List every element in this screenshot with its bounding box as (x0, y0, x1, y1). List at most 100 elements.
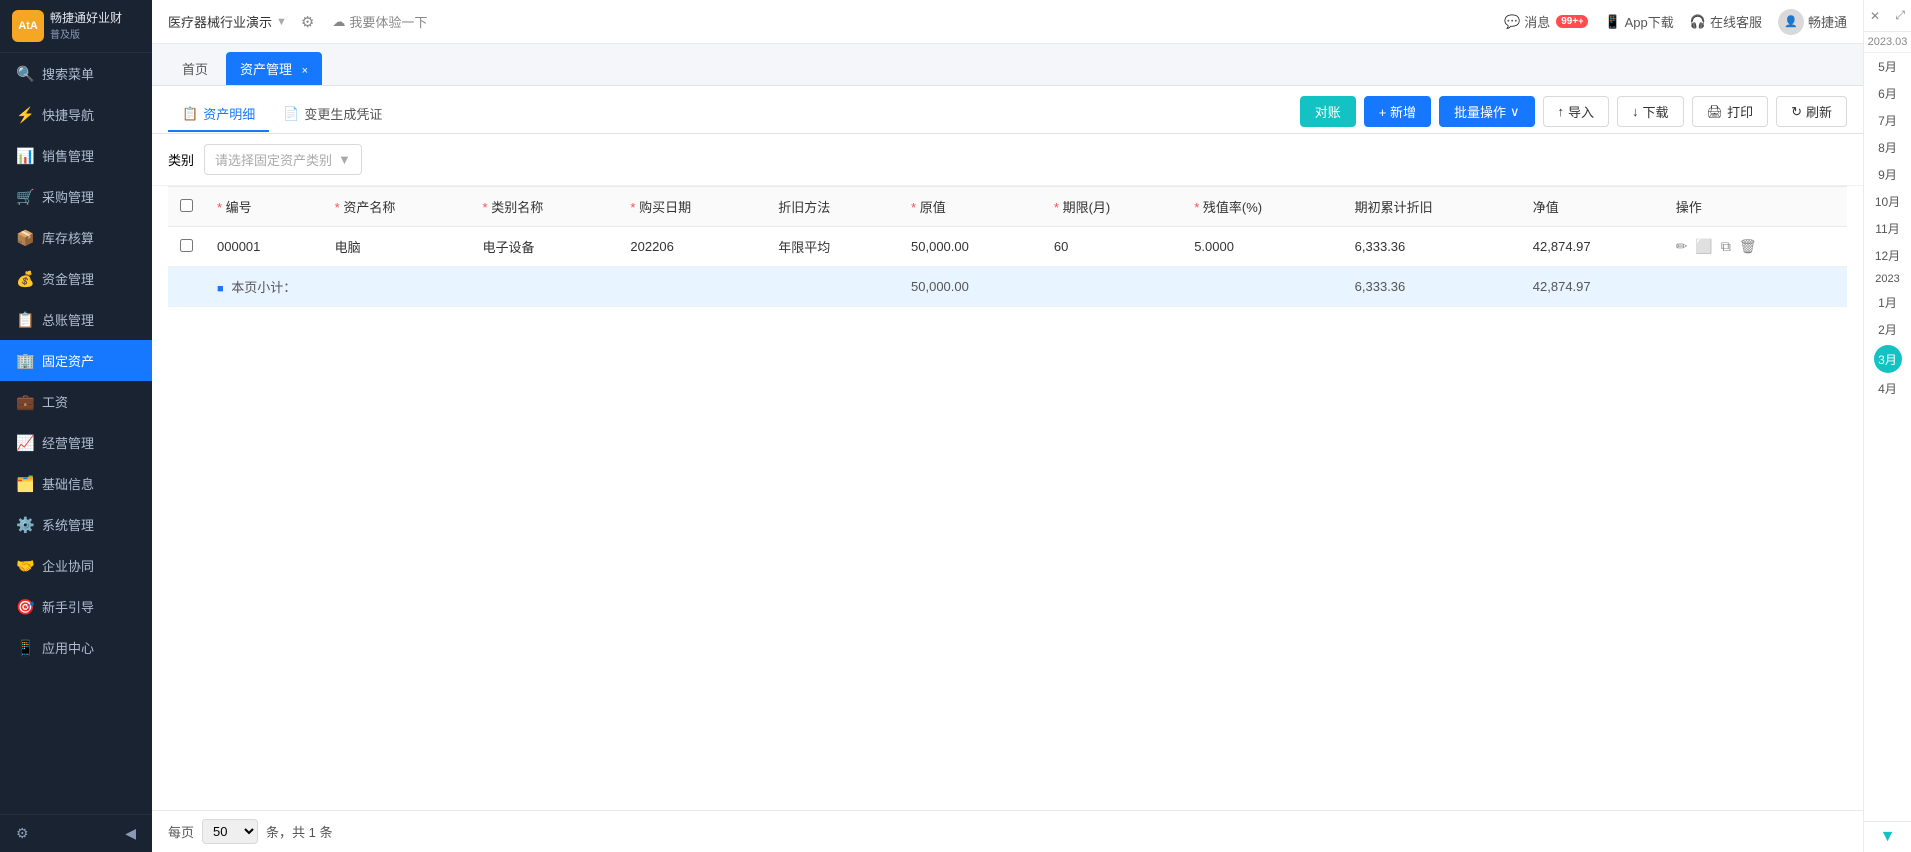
month-1[interactable]: 1月 (1864, 289, 1911, 316)
sidebar-item-quick-nav[interactable]: ⚡ 快捷导航 (0, 94, 152, 135)
col-header-original-value: 原值 (899, 187, 1042, 227)
main-area: 医疗器械行业演示 ▼ ⚙ ☁ 我要体验一下 💬 消息 99++ 📱 App下载 … (152, 0, 1863, 852)
select-all-checkbox[interactable] (180, 199, 193, 212)
col-header-accumulated-depreciation: 期初累计折旧 (1343, 187, 1521, 227)
app-center-icon: 📱 (16, 639, 34, 657)
sidebar-item-app-center[interactable]: 📱 应用中心 (0, 627, 152, 668)
cell-salvage-rate: 5.0000 (1182, 227, 1342, 267)
edit-icon[interactable]: ✏ (1676, 238, 1688, 255)
sidebar-item-inventory[interactable]: 📦 库存核算 (0, 217, 152, 258)
messages-button[interactable]: 💬 消息 99++ (1504, 12, 1588, 31)
month-3-current[interactable]: 3月 (1874, 345, 1902, 373)
page-size-select[interactable]: 50 100 200 (202, 819, 258, 844)
asset-detail-icon: 📋 (182, 106, 198, 122)
sidebar-item-finance[interactable]: 💰 资金管理 (0, 258, 152, 299)
panel-collapse-icon[interactable]: ✕ (1868, 7, 1882, 25)
col-header-purchase-date: 购买日期 (618, 187, 766, 227)
reconcile-button[interactable]: 对账 (1300, 96, 1356, 127)
collapse-icon[interactable]: ◀ (125, 825, 136, 842)
finance-icon: 💰 (16, 270, 34, 288)
guide-icon: 🎯 (16, 598, 34, 616)
batch-ops-arrow: ∨ (1510, 104, 1520, 120)
sub-tab-change-voucher[interactable]: 📄 变更生成凭证 (269, 97, 396, 132)
copy-icon[interactable]: ⬜ (1695, 238, 1712, 255)
sidebar-item-basic-info[interactable]: 🗂️ 基础信息 (0, 463, 152, 504)
experience-label: 我要体验一下 (349, 12, 427, 31)
sidebar-item-app-center-label: 应用中心 (42, 638, 94, 657)
table-header-checkbox (168, 187, 205, 227)
sidebar-item-enterprise[interactable]: 🤝 企业协同 (0, 545, 152, 586)
cell-category: 电子设备 (471, 227, 619, 267)
panel-bottom-icon[interactable]: ▼ (1880, 828, 1896, 846)
sidebar-item-fixed-assets-label: 固定资产 (42, 351, 94, 370)
row-checkbox[interactable] (180, 239, 193, 252)
import-button[interactable]: ↑ 导入 (1543, 96, 1610, 127)
sidebar-item-purchase[interactable]: 🛒 采购管理 (0, 176, 152, 217)
col-header-depreciation-method: 折旧方法 (766, 187, 899, 227)
tab-close-icon[interactable]: × (302, 65, 308, 77)
col-header-name: 资产名称 (323, 187, 471, 227)
month-12[interactable]: 12月 (1864, 242, 1911, 269)
sidebar-item-ledger[interactable]: 📋 总账管理 (0, 299, 152, 340)
cell-name: 电脑 (323, 227, 471, 267)
add-new-button[interactable]: + 新增 (1364, 96, 1431, 127)
month-6[interactable]: 6月 (1864, 80, 1911, 107)
category-filter-arrow: ▼ (338, 152, 351, 167)
cell-period: 60 (1042, 227, 1182, 267)
sidebar-item-fixed-assets[interactable]: 🏢 固定资产 (0, 340, 152, 381)
experience-button[interactable]: ☁ 我要体验一下 (332, 12, 427, 31)
subtotal-icon: ■ (217, 283, 224, 295)
app-download-button[interactable]: 📱 App下载 (1604, 12, 1673, 31)
subtotal-checkbox-cell (168, 267, 205, 307)
delete-icon[interactable]: 🗑 (1739, 238, 1757, 255)
app-name: 畅捷通好业财 (50, 11, 122, 27)
category-filter-label: 类别 (168, 150, 194, 169)
online-service-button[interactable]: 🎧 在线客服 (1690, 12, 1762, 31)
sidebar-logo: AtA 畅捷通好业财 普及版 (0, 0, 152, 53)
download-button[interactable]: ↓ 下载 (1617, 96, 1684, 127)
sidebar-item-sales[interactable]: 📊 销售管理 (0, 135, 152, 176)
duplicate-icon[interactable]: ⧉ (1721, 238, 1731, 255)
batch-ops-label: 批量操作 (1454, 102, 1506, 121)
settings-gear-icon[interactable]: ⚙ (301, 13, 314, 31)
print-button[interactable]: 🖨 打印 (1692, 96, 1769, 127)
category-filter-select[interactable]: 请选择固定资产类别 ▼ (204, 144, 362, 175)
sidebar-item-search[interactable]: 🔍 搜索菜单 (0, 53, 152, 94)
online-service-icon: 🎧 (1690, 14, 1706, 30)
download-label: 下载 (1643, 102, 1669, 121)
tab-home[interactable]: 首页 (168, 52, 222, 85)
batch-ops-button[interactable]: 批量操作 ∨ (1439, 96, 1535, 127)
sidebar-item-guide[interactable]: 🎯 新手引导 (0, 586, 152, 627)
month-8[interactable]: 8月 (1864, 134, 1911, 161)
sidebar-item-operations[interactable]: 📈 经营管理 (0, 422, 152, 463)
messages-label: 消息 (1524, 12, 1550, 31)
col-header-period: 期限(月) (1042, 187, 1182, 227)
filter-bar: 类别 请选择固定资产类别 ▼ (152, 134, 1863, 186)
sidebar-item-payroll[interactable]: 💼 工资 (0, 381, 152, 422)
company-name: 医疗器械行业演示 (168, 12, 272, 31)
month-2[interactable]: 2月 (1864, 316, 1911, 343)
month-11[interactable]: 11月 (1864, 215, 1911, 242)
current-year-label: 2023 (1864, 269, 1911, 289)
month-5[interactable]: 5月 (1864, 53, 1911, 80)
topbar: 医疗器械行业演示 ▼ ⚙ ☁ 我要体验一下 💬 消息 99++ 📱 App下载 … (152, 0, 1863, 44)
refresh-label: 刷新 (1806, 102, 1832, 121)
refresh-button[interactable]: ↻ 刷新 (1776, 96, 1847, 127)
user-area[interactable]: 👤 畅捷通 (1778, 9, 1847, 35)
tab-asset-management-label: 资产管理 (240, 62, 292, 77)
company-selector[interactable]: 医疗器械行业演示 ▼ (168, 12, 287, 31)
cell-actions: ✏ ⬜ ⧉ 🗑 (1664, 227, 1847, 267)
tab-asset-management[interactable]: 资产管理 × (226, 52, 322, 85)
settings-icon[interactable]: ⚙ (16, 825, 29, 842)
system-icon: ⚙️ (16, 516, 34, 534)
sidebar-item-system[interactable]: ⚙️ 系统管理 (0, 504, 152, 545)
sub-tab-asset-detail[interactable]: 📋 资产明细 (168, 97, 269, 132)
panel-expand-icon[interactable]: ⤢ (1893, 6, 1907, 25)
month-9[interactable]: 9月 (1864, 161, 1911, 188)
sidebar-bottom: ⚙ ◀ (0, 814, 152, 852)
sidebar-item-system-label: 系统管理 (42, 515, 94, 534)
subtotal-label: 本页小计： (231, 280, 296, 295)
month-10[interactable]: 10月 (1864, 188, 1911, 215)
month-4[interactable]: 4月 (1864, 375, 1911, 402)
month-7[interactable]: 7月 (1864, 107, 1911, 134)
